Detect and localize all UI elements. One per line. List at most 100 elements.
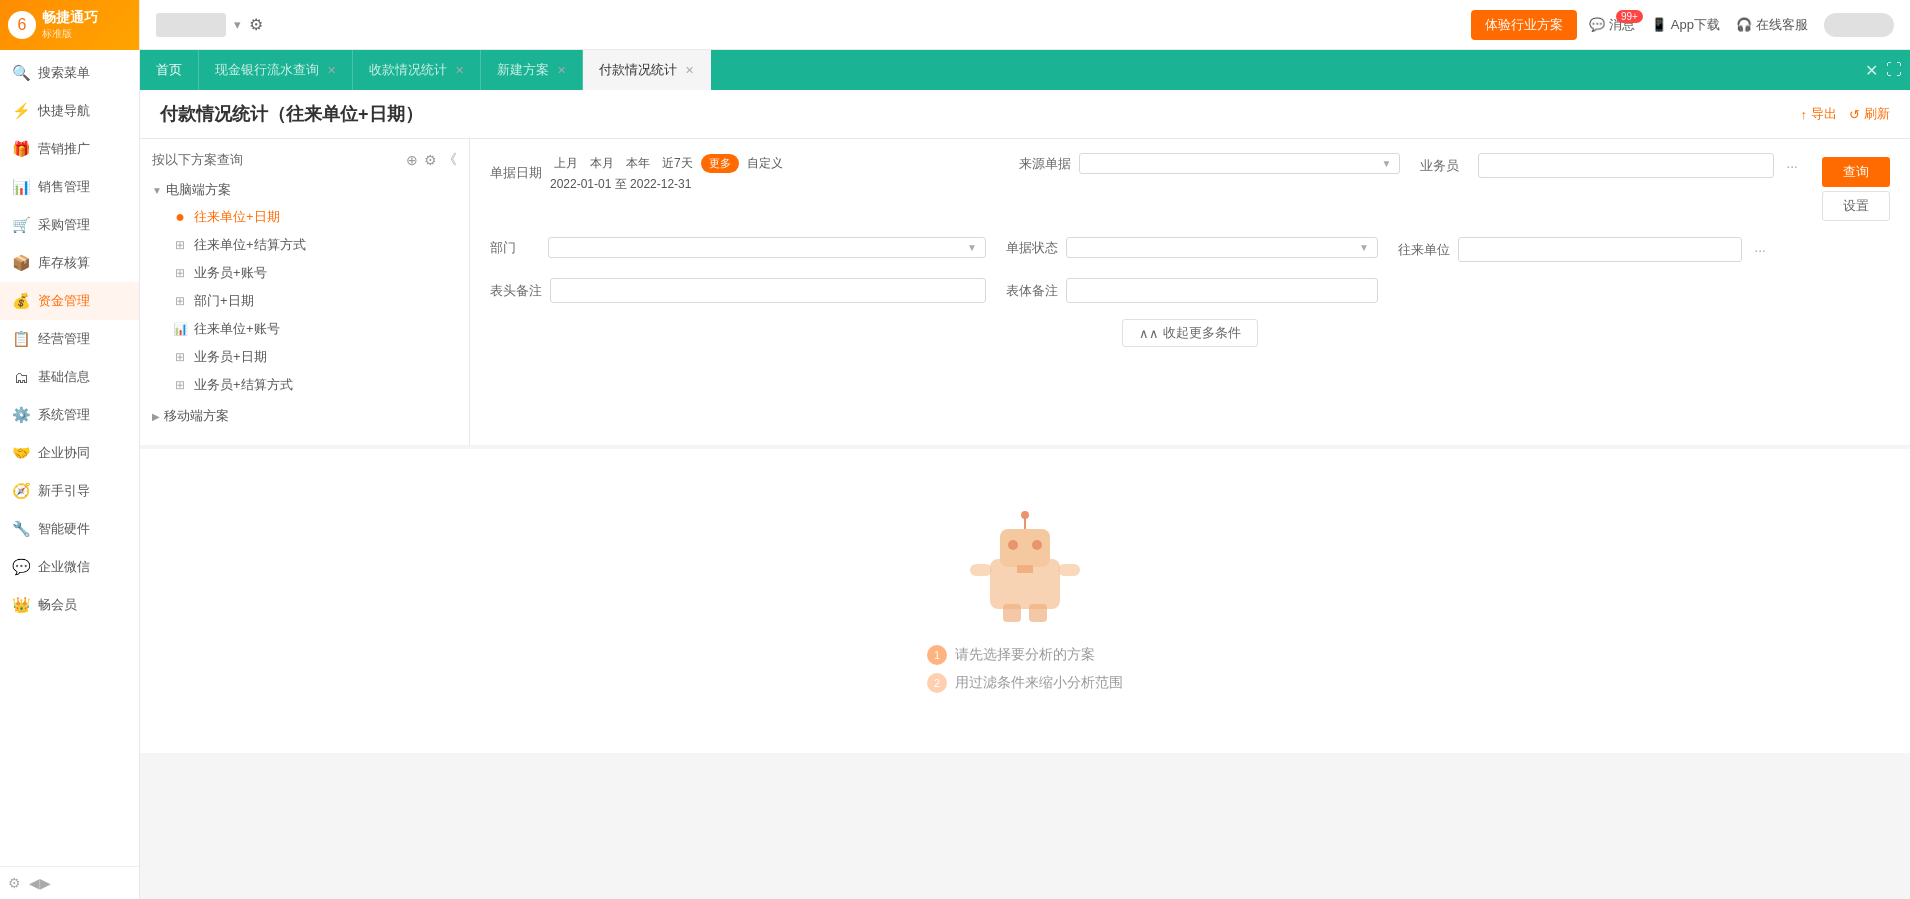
body-note-input[interactable]: [1066, 278, 1378, 303]
refresh-btn[interactable]: ↺ 刷新: [1849, 105, 1890, 123]
close-all-tabs-icon[interactable]: ✕: [1865, 61, 1878, 80]
operation-icon: 📋: [12, 330, 30, 348]
online-service-btn[interactable]: 🎧 在线客服: [1736, 16, 1808, 34]
tab-close-cash-bank[interactable]: ✕: [327, 64, 336, 77]
source-voucher-arrow-icon: ▼: [1381, 158, 1391, 169]
voucher-status-select[interactable]: ▼: [1066, 237, 1378, 258]
tab-cash-bank[interactable]: 现金银行流水查询 ✕: [199, 50, 353, 90]
counterpart-input[interactable]: [1458, 237, 1742, 262]
empty-tips: 1 请先选择要分析的方案 2 用过滤条件来缩小分析范围: [927, 645, 1123, 693]
table-icon-1: ⊞: [172, 237, 188, 253]
shortcut-last-month[interactable]: 上月: [550, 153, 582, 174]
desktop-scheme-group: ▼ 电脑端方案 ● 往来单位+日期 ⊞ 往来单位+结算方式 ⊞ 业务员+账号: [152, 177, 457, 399]
company-dropdown-icon[interactable]: ▾: [234, 17, 241, 32]
empty-tip-1: 1 请先选择要分析的方案: [927, 645, 1123, 665]
shortcut-custom[interactable]: 自定义: [743, 153, 787, 174]
sidebar-item-enterprise[interactable]: 🤝 企业协同: [0, 434, 139, 472]
top-header: ▾ ⚙ 体验行业方案 💬 消息 99+ 📱 App下载 🎧 在线客服: [140, 0, 1910, 50]
tab-receipt-stats[interactable]: 收款情况统计 ✕: [353, 50, 481, 90]
export-btn[interactable]: ↑ 导出: [1801, 105, 1838, 123]
filter-row-2: 部门 ▼ 单据状态 ▼ 往来单位: [490, 237, 1890, 262]
settings-icon[interactable]: ⚙: [249, 15, 263, 34]
messages-btn[interactable]: 💬 消息 99+: [1589, 16, 1635, 34]
date-label: 单据日期: [490, 164, 542, 182]
date-range-display: 2022-01-01 至 2022-12-31: [550, 176, 787, 193]
box-icon: 📦: [12, 254, 30, 272]
trial-btn[interactable]: 体验行业方案: [1471, 10, 1577, 40]
shortcut-7days[interactable]: 近7天: [658, 153, 697, 174]
svg-rect-1: [1000, 529, 1050, 567]
dept-select[interactable]: ▼: [548, 237, 986, 258]
app-download-btn[interactable]: 📱 App下载: [1651, 16, 1720, 34]
source-voucher-field: 来源单据 ▼: [1019, 153, 1401, 174]
sidebar-item-capital[interactable]: 💰 资金管理: [0, 282, 139, 320]
sidebar-item-hardware[interactable]: 🔧 智能硬件: [0, 510, 139, 548]
empty-tip-2: 2 用过滤条件来缩小分析范围: [927, 673, 1123, 693]
collapse-conditions-btn[interactable]: ∧∧ 收起更多条件: [1122, 319, 1258, 347]
desktop-group-title[interactable]: ▼ 电脑端方案: [152, 177, 457, 203]
lightning-icon: ⚡: [12, 102, 30, 120]
shortcut-this-year[interactable]: 本年: [622, 153, 654, 174]
settings-gear-icon[interactable]: ⚙: [8, 875, 21, 891]
query-button[interactable]: 查询: [1822, 157, 1890, 187]
sidebar-item-sales[interactable]: 📊 销售管理: [0, 168, 139, 206]
expand-icon[interactable]: ⛶: [1886, 61, 1902, 79]
sidebar-item-inventory[interactable]: 📦 库存核算: [0, 244, 139, 282]
sidebar-item-guide[interactable]: 🧭 新手引导: [0, 472, 139, 510]
active-scheme-icon: ●: [172, 209, 188, 225]
salesman-input[interactable]: [1478, 153, 1774, 178]
sidebar-item-basic[interactable]: 🗂 基础信息: [0, 358, 139, 396]
source-voucher-select[interactable]: ▼: [1079, 153, 1401, 174]
sidebar-item-operation[interactable]: 📋 经营管理: [0, 320, 139, 358]
phone-icon: 📱: [1651, 17, 1667, 32]
tab-close-payment-stats[interactable]: ✕: [685, 64, 694, 77]
sidebar-item-shortcut[interactable]: ⚡ 快捷导航: [0, 92, 139, 130]
settings-button[interactable]: 设置: [1822, 191, 1890, 221]
counterpart-more-icon[interactable]: ···: [1750, 242, 1770, 258]
scheme-item-salesman-settle[interactable]: ⊞ 业务员+结算方式: [152, 371, 457, 399]
sidebar-item-marketing[interactable]: 🎁 营销推广: [0, 130, 139, 168]
shortcut-this-month[interactable]: 本月: [586, 153, 618, 174]
add-scheme-icon[interactable]: ⊕: [406, 152, 418, 168]
sidebar-item-search[interactable]: 🔍 搜索菜单: [0, 54, 139, 92]
dept-arrow-icon: ▼: [967, 242, 977, 253]
scheme-item-counterpart-settle[interactable]: ⊞ 往来单位+结算方式: [152, 231, 457, 259]
sidebar-item-wechat[interactable]: 💬 企业微信: [0, 548, 139, 586]
date-shortcuts-group: 上月 本月 本年 近7天 更多 自定义 2022-01-01 至 2022-12…: [550, 153, 787, 193]
salesman-more-icon[interactable]: ···: [1782, 158, 1802, 174]
group-arrow-icon: ▼: [152, 185, 162, 196]
tab-payment-stats[interactable]: 付款情况统计 ✕: [583, 50, 711, 90]
scheme-item-dept-date[interactable]: ⊞ 部门+日期: [152, 287, 457, 315]
empty-state: 1 请先选择要分析的方案 2 用过滤条件来缩小分析范围: [140, 449, 1910, 753]
body-note-label: 表体备注: [1006, 282, 1058, 300]
scheme-item-salesman-date[interactable]: ⊞ 业务员+日期: [152, 343, 457, 371]
user-avatar[interactable]: [1824, 13, 1894, 37]
hardware-icon: 🔧: [12, 520, 30, 538]
dept-field: 部门 ▼: [490, 237, 986, 258]
sidebar-item-system[interactable]: ⚙️ 系统管理: [0, 396, 139, 434]
svg-rect-8: [1029, 604, 1047, 622]
scheme-item-salesman-account[interactable]: ⊞ 业务员+账号: [152, 259, 457, 287]
scheme-item-counterpart-date[interactable]: ● 往来单位+日期: [152, 203, 457, 231]
sidebar-item-member[interactable]: 👑 畅会员: [0, 586, 139, 624]
user-info: ▾ ⚙: [156, 13, 1459, 37]
mobile-group-title[interactable]: ▶ 移动端方案: [152, 403, 457, 429]
dept-label: 部门: [490, 239, 540, 257]
money-icon: 💰: [12, 292, 30, 310]
tab-new-scheme[interactable]: 新建方案 ✕: [481, 50, 583, 90]
tab-close-receipt-stats[interactable]: ✕: [455, 64, 464, 77]
svg-point-10: [1021, 511, 1029, 519]
chart-icon: 📊: [172, 321, 188, 337]
app-name: 畅捷通巧: [42, 9, 98, 27]
sidebar-item-purchase[interactable]: 🛒 采购管理: [0, 206, 139, 244]
collapse-sidebar-icon[interactable]: 《: [443, 151, 457, 169]
gear-scheme-icon[interactable]: ⚙: [424, 152, 437, 168]
scheme-item-counterpart-account[interactable]: 📊 往来单位+账号: [152, 315, 457, 343]
filter-actions-bottom: ∧∧ 收起更多条件: [490, 319, 1890, 347]
header-note-input[interactable]: [550, 278, 986, 303]
voucher-status-label: 单据状态: [1006, 239, 1058, 257]
tab-home[interactable]: 首页: [140, 50, 199, 90]
collapse-sidebar-icon[interactable]: ◀▶: [29, 875, 51, 891]
tab-close-new-scheme[interactable]: ✕: [557, 64, 566, 77]
shortcut-more[interactable]: 更多: [701, 154, 739, 173]
